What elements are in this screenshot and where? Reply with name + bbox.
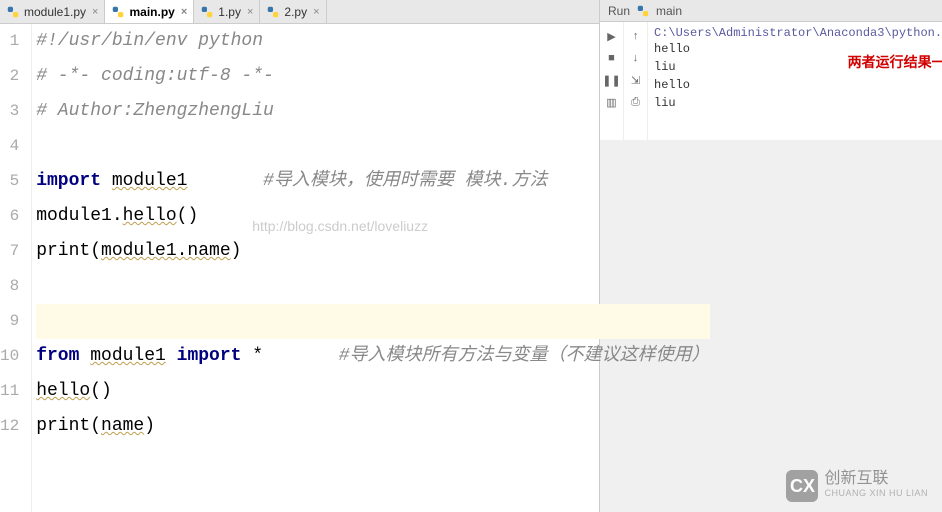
watermark: http://blog.csdn.net/loveliuzz <box>252 209 428 244</box>
stop-icon[interactable]: ■ <box>604 50 620 66</box>
identifier: module1. <box>36 206 122 226</box>
identifier: module1 <box>112 171 188 191</box>
brand-pinyin: CHUANG XIN HU LIAN <box>824 486 928 500</box>
identifier: name <box>101 416 144 436</box>
line-number-gutter: 1 2 3 4 5 6 7 8 9 10 11 12 <box>0 24 32 512</box>
run-config-name: main <box>656 4 682 18</box>
output-line: liu <box>654 94 942 112</box>
export-icon[interactable]: ⇲ <box>628 72 644 88</box>
pause-icon[interactable]: ❚❚ <box>604 72 620 88</box>
run-toolbar-right: ↑ ↓ ⇲ ⎙ <box>624 22 648 140</box>
line-number: 7 <box>0 234 19 269</box>
brand-watermark: CX 创新互联 CHUANG XIN HU LIAN <box>786 470 928 502</box>
close-icon[interactable]: × <box>92 6 98 18</box>
line-number: 4 <box>0 129 19 164</box>
identifier: module1 <box>90 346 166 366</box>
star: * <box>252 346 263 366</box>
python-file-icon <box>6 5 20 19</box>
comment: #导入模块，使用时需要 模块.方法 <box>187 171 547 191</box>
interpreter-path: C:\Users\Administrator\Anaconda3\python.… <box>654 26 942 40</box>
down-icon[interactable]: ↓ <box>628 50 644 66</box>
tab-main[interactable]: main.py × <box>105 0 194 23</box>
run-pane: Run main ▶ ■ ❚❚ ▥ ↑ ↓ ⇲ ⎙ C:\Users\Admin… <box>600 0 942 140</box>
run-title-prefix: Run <box>608 4 630 18</box>
line-number: 3 <box>0 94 19 129</box>
brand-logo: CX <box>786 470 818 502</box>
close-icon[interactable]: × <box>313 6 319 18</box>
line-number: 9 <box>0 304 19 339</box>
run-toolbar-left: ▶ ■ ❚❚ ▥ <box>600 22 624 140</box>
tab-label: module1.py <box>24 5 86 19</box>
identifier: module1.name <box>101 241 231 261</box>
up-icon[interactable]: ↑ <box>628 28 644 44</box>
editor-body: 1 2 3 4 5 6 7 8 9 10 11 12 #!/usr/bin/en… <box>0 24 599 512</box>
comment: # Author:ZhengzhengLiu <box>36 101 274 121</box>
comment: #!/usr/bin/env python <box>36 31 263 51</box>
line-number: 1 <box>0 24 19 59</box>
print-icon[interactable]: ⎙ <box>628 94 644 110</box>
line-number: 11 <box>0 374 19 409</box>
close-icon[interactable]: × <box>247 6 253 18</box>
line-number: 5 <box>0 164 19 199</box>
run-icon[interactable]: ▶ <box>604 28 620 44</box>
line-number: 8 <box>0 269 19 304</box>
call: print( <box>36 241 101 261</box>
line-number: 12 <box>0 409 19 444</box>
editor-tabs: module1.py × main.py × 1.py × <box>0 0 599 24</box>
run-tool-title: Run main <box>600 0 942 22</box>
paren: ) <box>231 241 242 261</box>
comment: #导入模块所有方法与变量（不建议这样使用） <box>263 346 709 366</box>
editor-pane: module1.py × main.py × 1.py × <box>0 0 600 512</box>
line-number: 2 <box>0 59 19 94</box>
tab-2[interactable]: 2.py × <box>260 0 326 23</box>
tab-1[interactable]: 1.py × <box>194 0 260 23</box>
tab-label: 2.py <box>284 5 307 19</box>
python-file-icon <box>200 5 214 19</box>
close-icon[interactable]: × <box>181 6 187 18</box>
call: print( <box>36 416 101 436</box>
keyword: import <box>36 171 112 191</box>
paren: ) <box>144 416 155 436</box>
call: hello <box>123 206 177 226</box>
line-number: 10 <box>0 339 19 374</box>
annotation: 两者运行结果一致 <box>848 52 942 72</box>
comment: # -*- coding:utf-8 -*- <box>36 66 274 86</box>
tab-label: 1.py <box>218 5 241 19</box>
python-file-icon <box>636 4 650 18</box>
python-file-icon <box>266 5 280 19</box>
tab-module1[interactable]: module1.py × <box>0 0 105 23</box>
brand-cn: 创新互联 <box>824 472 928 486</box>
call: hello <box>36 381 90 401</box>
paren: () <box>177 206 199 226</box>
line-number: 6 <box>0 199 19 234</box>
keyword: from <box>36 346 90 366</box>
run-output[interactable]: C:\Users\Administrator\Anaconda3\python.… <box>648 22 942 140</box>
keyword: import <box>166 346 252 366</box>
output-line: hello <box>654 76 942 94</box>
layout-icon[interactable]: ▥ <box>604 94 620 110</box>
python-file-icon <box>111 5 125 19</box>
paren: () <box>90 381 112 401</box>
run-body: ▶ ■ ❚❚ ▥ ↑ ↓ ⇲ ⎙ C:\Users\Administrator\… <box>600 22 942 140</box>
tab-label: main.py <box>129 5 174 19</box>
